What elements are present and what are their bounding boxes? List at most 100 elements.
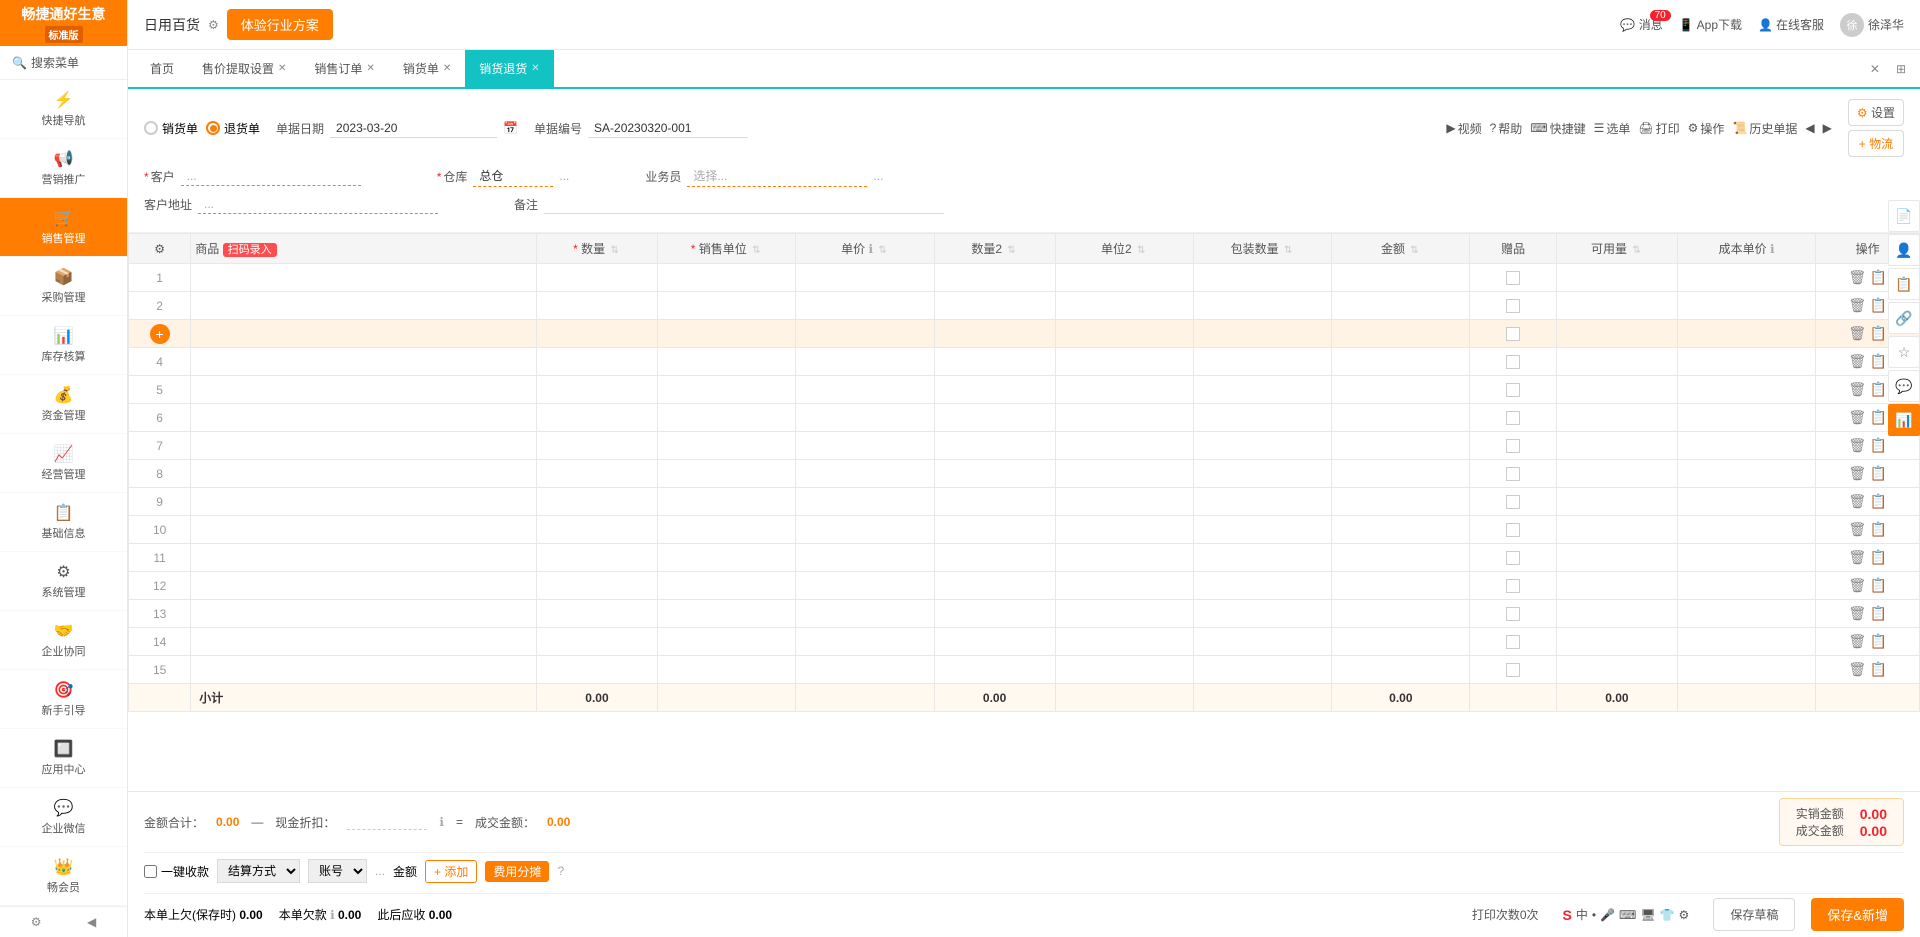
copy-btn-7[interactable]: 📋	[1869, 437, 1886, 454]
row-13-unit[interactable]	[657, 600, 795, 628]
rp-btn-1[interactable]: 📄	[1888, 200, 1920, 232]
amount-sort-icon[interactable]: ⇅	[1410, 245, 1418, 256]
row-13-avail[interactable]	[1556, 600, 1677, 628]
tool-6[interactable]: 👕	[1660, 908, 1675, 922]
gift-cb-12[interactable]	[1506, 579, 1520, 593]
qty-sort-icon[interactable]: ⇅	[610, 245, 618, 256]
account-select[interactable]: 账号	[308, 859, 367, 883]
row-11-pkg[interactable]	[1193, 544, 1331, 572]
row-8-price[interactable]	[796, 460, 934, 488]
row-5-price[interactable]	[796, 376, 934, 404]
row-6-qty[interactable]	[536, 404, 657, 432]
row-8-pkg[interactable]	[1193, 460, 1331, 488]
row-7-amount[interactable]	[1332, 432, 1470, 460]
copy-btn-8[interactable]: 📋	[1869, 465, 1886, 482]
experience-btn[interactable]: 体验行业方案	[227, 9, 333, 40]
row-2-pkg[interactable]	[1193, 292, 1331, 320]
row-6-avail[interactable]	[1556, 404, 1677, 432]
row-12-qty2[interactable]	[934, 572, 1055, 600]
row-2-qty[interactable]	[536, 292, 657, 320]
sidebar-item-13[interactable]: 👑畅会员	[0, 847, 127, 906]
row-7-gift[interactable]	[1470, 432, 1556, 460]
help-btn[interactable]: ? 帮助	[1490, 120, 1523, 137]
row-12-unit[interactable]	[657, 572, 795, 600]
delete-btn-3[interactable]: 🗑	[1848, 325, 1866, 342]
row-4-avail[interactable]	[1556, 348, 1677, 376]
row-7-price[interactable]	[796, 432, 934, 460]
row-1-qty[interactable]	[536, 264, 657, 292]
tool-1[interactable]: 中	[1576, 906, 1588, 923]
row-4-qty[interactable]	[536, 348, 657, 376]
row-2-qty2[interactable]	[934, 292, 1055, 320]
row-2-goods[interactable]	[191, 292, 537, 320]
cost-info-icon[interactable]: ℹ	[1770, 242, 1775, 256]
row-8-avail[interactable]	[1556, 460, 1677, 488]
gift-cb-3[interactable]	[1506, 327, 1520, 341]
row-6-goods[interactable]	[191, 404, 537, 432]
row-11-avail[interactable]	[1556, 544, 1677, 572]
tool-5[interactable]: 🖥	[1640, 908, 1655, 922]
row-13-qty2[interactable]	[934, 600, 1055, 628]
row-1-qty2[interactable]	[934, 264, 1055, 292]
date-input[interactable]	[330, 119, 497, 138]
copy-btn-3[interactable]: 📋	[1869, 325, 1886, 342]
shortcut-btn[interactable]: ⌨ 快捷键	[1530, 120, 1585, 137]
row-13-pkg[interactable]	[1193, 600, 1331, 628]
row-12-cost[interactable]	[1677, 572, 1815, 600]
row-14-pkg[interactable]	[1193, 628, 1331, 656]
row-4-amount[interactable]	[1332, 348, 1470, 376]
tab-price-setting[interactable]: 售价提取设置 ✕	[188, 50, 300, 87]
row-6-gift[interactable]	[1470, 404, 1556, 432]
avail-sort-icon[interactable]: ⇅	[1632, 245, 1640, 256]
gift-cb-9[interactable]	[1506, 495, 1520, 509]
row-4-qty2[interactable]	[934, 348, 1055, 376]
row-7-unit2[interactable]	[1055, 432, 1193, 460]
delete-btn-7[interactable]: 🗑	[1848, 437, 1866, 454]
win-expand-btn[interactable]: ⊞	[1890, 60, 1912, 78]
row-2-price[interactable]	[796, 292, 934, 320]
row-11-unit[interactable]	[657, 544, 795, 572]
row-1-gift[interactable]	[1470, 264, 1556, 292]
row-3-cost[interactable]	[1677, 320, 1815, 348]
row-12-pkg[interactable]	[1193, 572, 1331, 600]
user-profile[interactable]: 徐 徐泽华	[1840, 13, 1904, 37]
row-7-cost[interactable]	[1677, 432, 1815, 460]
gift-cb-15[interactable]	[1506, 663, 1520, 677]
row-15-qty2[interactable]	[934, 656, 1055, 684]
rp-btn-2[interactable]: 👤	[1888, 234, 1920, 266]
sidebar-item-6[interactable]: 📈经营管理	[0, 434, 127, 493]
row-14-amount[interactable]	[1332, 628, 1470, 656]
one-click-pay-label[interactable]: 一键收款	[144, 863, 209, 880]
row-11-amount[interactable]	[1332, 544, 1470, 572]
row-11-goods[interactable]	[191, 544, 537, 572]
discount-input[interactable]	[347, 815, 427, 830]
goods-input-3[interactable]	[195, 325, 532, 343]
gift-cb-6[interactable]	[1506, 411, 1520, 425]
row-14-qty2[interactable]	[934, 628, 1055, 656]
unit-sort-icon[interactable]: ⇅	[752, 245, 760, 256]
row-15-amount[interactable]	[1332, 656, 1470, 684]
rp-btn-5[interactable]: ☆	[1888, 336, 1920, 368]
row-3-price[interactable]	[796, 320, 934, 348]
rp-btn-3[interactable]: 📋	[1888, 268, 1920, 300]
tab-return-close[interactable]: ✕	[531, 63, 539, 74]
row-2-unit[interactable]	[657, 292, 795, 320]
qty2-sort-icon[interactable]: ⇅	[1007, 245, 1015, 256]
row-14-avail[interactable]	[1556, 628, 1677, 656]
copy-btn-11[interactable]: 📋	[1869, 549, 1886, 566]
row-8-qty2[interactable]	[934, 460, 1055, 488]
pkg-sort-icon[interactable]: ⇅	[1284, 245, 1292, 256]
row-11-cost[interactable]	[1677, 544, 1815, 572]
row-5-unit2[interactable]	[1055, 376, 1193, 404]
tab-home[interactable]: 首页	[136, 50, 188, 87]
row-1-pkg[interactable]	[1193, 264, 1331, 292]
row-5-pkg[interactable]	[1193, 376, 1331, 404]
gift-cb-5[interactable]	[1506, 383, 1520, 397]
delete-btn-4[interactable]: 🗑	[1848, 353, 1866, 370]
row-10-price[interactable]	[796, 516, 934, 544]
operate-btn[interactable]: ⚙ 操作	[1688, 120, 1725, 137]
topbar-gear-icon[interactable]: ⚙	[208, 18, 219, 32]
prev-btn[interactable]: ◀	[1805, 121, 1814, 135]
row-3-amount[interactable]	[1332, 320, 1470, 348]
row-14-unit[interactable]	[657, 628, 795, 656]
